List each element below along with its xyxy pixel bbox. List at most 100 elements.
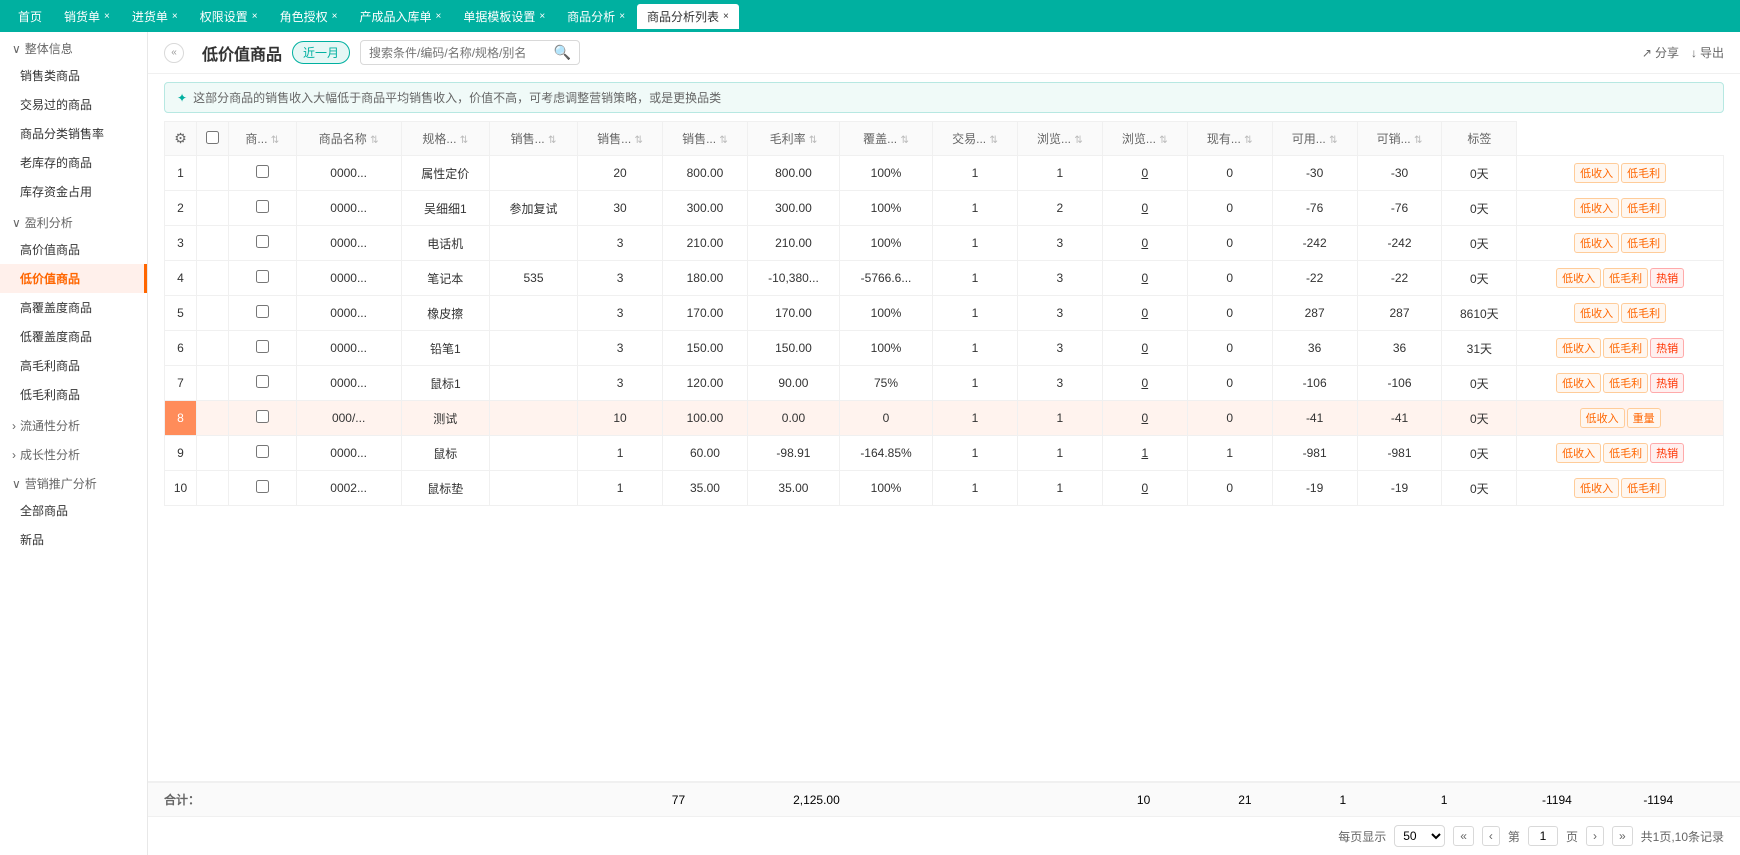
select-all-checkbox[interactable] — [206, 131, 219, 144]
td-checkbox[interactable] — [229, 331, 297, 366]
sidebar-item-high-coverage[interactable]: 高覆盖度商品 — [0, 293, 147, 322]
sort-icon-views1[interactable]: ⇅ — [1074, 135, 1082, 146]
sidebar-item-category-rate[interactable]: 商品分类销售率 — [0, 119, 147, 148]
th-coverage[interactable]: 覆盖... ⇅ — [839, 122, 932, 156]
last-page-button[interactable]: » — [1612, 826, 1633, 846]
views1-link[interactable]: 0 — [1141, 166, 1148, 180]
sort-icon-name[interactable]: ⇅ — [370, 135, 378, 146]
sidebar-item-sales-products[interactable]: 销售类商品 — [0, 61, 147, 90]
td-checkbox[interactable] — [229, 191, 297, 226]
sort-icon-coverage[interactable]: ⇅ — [900, 135, 908, 146]
td-checkbox[interactable] — [229, 296, 297, 331]
sort-icon-spec[interactable]: ⇅ — [460, 135, 468, 146]
sidebar-group-growth[interactable]: › 成长性分析 — [0, 438, 147, 467]
td-checkbox[interactable] — [229, 401, 297, 436]
nav-close-permissions[interactable]: × — [252, 11, 258, 22]
nav-close-sales[interactable]: × — [104, 11, 110, 22]
td-views1[interactable]: 0 — [1102, 471, 1187, 506]
nav-purchase[interactable]: 进货单 × — [122, 4, 188, 29]
nav-close-template[interactable]: × — [539, 11, 545, 22]
sort-icon-current-stock[interactable]: ⇅ — [1244, 135, 1252, 146]
td-views1[interactable]: 0 — [1102, 296, 1187, 331]
search-icon[interactable]: 🔍 — [554, 44, 571, 61]
row-checkbox[interactable] — [256, 375, 269, 388]
td-views1[interactable]: 0 — [1102, 156, 1187, 191]
td-views1[interactable]: 0 — [1102, 366, 1187, 401]
row-checkbox[interactable] — [256, 480, 269, 493]
views1-link[interactable]: 0 — [1141, 271, 1148, 285]
row-checkbox[interactable] — [256, 235, 269, 248]
td-checkbox[interactable] — [229, 226, 297, 261]
nav-home[interactable]: 首页 — [8, 4, 52, 29]
sort-icon-sales-profit[interactable]: ⇅ — [719, 135, 727, 146]
nav-product-stock[interactable]: 产成品入库单 × — [349, 4, 451, 29]
sort-icon-saleable-stock[interactable]: ⇅ — [1414, 135, 1422, 146]
first-page-button[interactable]: « — [1453, 826, 1474, 846]
sidebar-group-overall[interactable]: ∨ 整体信息 — [0, 32, 147, 61]
th-name[interactable]: 商品名称 ⇅ — [296, 122, 401, 156]
nav-template[interactable]: 单据模板设置 × — [453, 4, 555, 29]
search-input[interactable] — [369, 46, 548, 60]
sidebar-item-high-margin[interactable]: 高毛利商品 — [0, 351, 147, 380]
td-views1[interactable]: 0 — [1102, 191, 1187, 226]
row-checkbox[interactable] — [256, 305, 269, 318]
views1-link[interactable]: 0 — [1141, 481, 1148, 495]
th-saleable-stock[interactable]: 可销... ⇅ — [1357, 122, 1442, 156]
filter-recent-month-button[interactable]: 近一月 — [292, 41, 350, 64]
th-current-stock[interactable]: 现有... ⇅ — [1187, 122, 1272, 156]
sort-icon-available-stock[interactable]: ⇅ — [1329, 135, 1337, 146]
row-checkbox[interactable] — [256, 270, 269, 283]
page-number-input[interactable] — [1528, 826, 1558, 846]
nav-sales[interactable]: 销货单 × — [54, 4, 120, 29]
export-button[interactable]: ↓ 导出 — [1691, 44, 1724, 61]
th-margin[interactable]: 毛利率 ⇅ — [747, 122, 839, 156]
views1-link[interactable]: 0 — [1141, 306, 1148, 320]
td-checkbox[interactable] — [229, 471, 297, 506]
td-checkbox[interactable] — [229, 436, 297, 471]
th-code[interactable]: 商... ⇅ — [229, 122, 297, 156]
sort-icon-views2[interactable]: ⇅ — [1159, 135, 1167, 146]
page-size-select[interactable]: 50 100 200 — [1394, 825, 1445, 847]
row-checkbox[interactable] — [256, 200, 269, 213]
th-views2[interactable]: 浏览... ⇅ — [1102, 122, 1187, 156]
row-checkbox[interactable] — [256, 165, 269, 178]
th-sales-amount[interactable]: 销售... ⇅ — [578, 122, 663, 156]
nav-analysis-list[interactable]: 商品分析列表 × — [637, 4, 739, 29]
th-transaction[interactable]: 交易... ⇅ — [933, 122, 1018, 156]
nav-permissions[interactable]: 权限设置 × — [190, 4, 268, 29]
sidebar-item-traded-products[interactable]: 交易过的商品 — [0, 90, 147, 119]
td-views1[interactable]: 1 — [1102, 436, 1187, 471]
row-checkbox[interactable] — [256, 410, 269, 423]
sidebar-item-low-value[interactable]: 低价值商品 — [0, 264, 147, 293]
th-views1[interactable]: 浏览... ⇅ — [1017, 122, 1102, 156]
sidebar-item-low-coverage[interactable]: 低覆盖度商品 — [0, 322, 147, 351]
nav-close-purchase[interactable]: × — [172, 11, 178, 22]
sort-icon-sales-qty[interactable]: ⇅ — [548, 135, 556, 146]
views1-link[interactable]: 0 — [1141, 341, 1148, 355]
nav-product-analysis[interactable]: 商品分析 × — [557, 4, 635, 29]
row-checkbox[interactable] — [256, 445, 269, 458]
sidebar-group-profit[interactable]: ∨ 盈利分析 — [0, 206, 147, 235]
sidebar-item-old-stock[interactable]: 老库存的商品 — [0, 148, 147, 177]
sort-icon-margin[interactable]: ⇅ — [809, 135, 817, 146]
sidebar-item-new-products[interactable]: 新品 — [0, 525, 147, 554]
sidebar-item-low-margin[interactable]: 低毛利商品 — [0, 380, 147, 409]
settings-gear-button[interactable]: ⚙ — [174, 130, 187, 147]
nav-close-roles[interactable]: × — [332, 11, 338, 22]
th-spec[interactable]: 规格... ⇅ — [401, 122, 489, 156]
sidebar-item-all-products[interactable]: 全部商品 — [0, 496, 147, 525]
sort-icon-transaction[interactable]: ⇅ — [989, 135, 997, 146]
th-available-stock[interactable]: 可用... ⇅ — [1272, 122, 1357, 156]
sidebar-item-capital-usage[interactable]: 库存资金占用 — [0, 177, 147, 206]
views1-link[interactable]: 0 — [1141, 201, 1148, 215]
td-views1[interactable]: 0 — [1102, 226, 1187, 261]
views1-link[interactable]: 0 — [1141, 411, 1148, 425]
th-sales-qty[interactable]: 销售... ⇅ — [489, 122, 577, 156]
td-checkbox[interactable] — [229, 261, 297, 296]
td-views1[interactable]: 0 — [1102, 331, 1187, 366]
views1-link[interactable]: 0 — [1141, 376, 1148, 390]
views1-link[interactable]: 0 — [1141, 236, 1148, 250]
sort-icon-sales-amount[interactable]: ⇅ — [635, 135, 643, 146]
sort-icon-code[interactable]: ⇅ — [271, 135, 279, 146]
nav-close-product-stock[interactable]: × — [435, 11, 441, 22]
